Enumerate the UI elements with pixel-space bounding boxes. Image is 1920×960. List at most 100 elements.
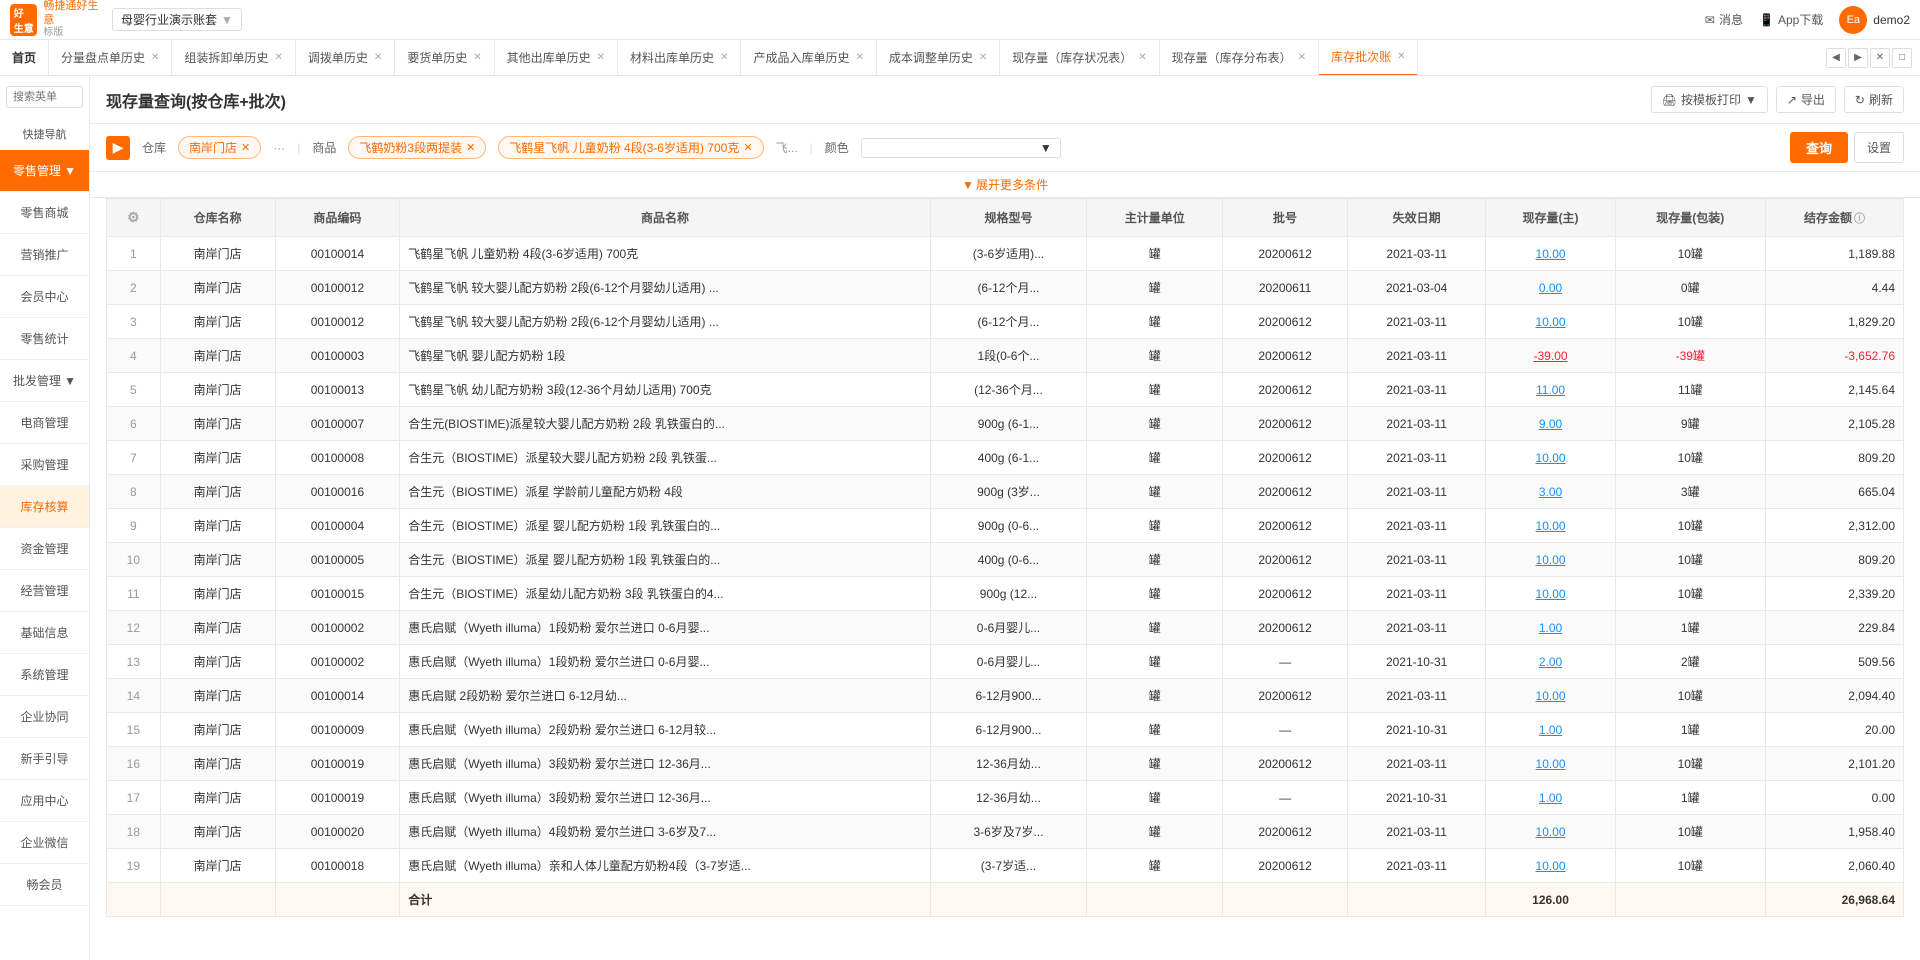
sidebar-item-ecommerce[interactable]: 电商管理 [0, 402, 89, 444]
remove-goods1-icon[interactable]: ✕ [466, 141, 475, 154]
row-qty-main[interactable]: 10.00 [1486, 509, 1615, 543]
message-action[interactable]: ✉ 消息 [1705, 11, 1743, 28]
sidebar-item-guide[interactable]: 新手引导 [0, 738, 89, 780]
row-qty-main[interactable]: 3.00 [1486, 475, 1615, 509]
close-icon[interactable]: ✕ [720, 52, 728, 63]
export-button[interactable]: ↗ 导出 [1776, 86, 1836, 113]
table-header: ⚙ 仓库名称 商品编码 商品名称 规格型号 主计量单位 批号 失效日期 现存量(… [107, 199, 1904, 237]
close-icon[interactable]: ✕ [1397, 51, 1405, 62]
row-code: 00100013 [275, 373, 400, 407]
sidebar-item-retail[interactable]: 零售管理 ▼ [0, 150, 89, 192]
refresh-button[interactable]: ↻ 刷新 [1844, 86, 1904, 113]
sidebar-item-inventory[interactable]: 库存核算 [0, 486, 89, 528]
row-qty-main[interactable]: 10.00 [1486, 441, 1615, 475]
filter-expand-button[interactable]: ▶ [106, 136, 130, 160]
row-batch: 20200612 [1223, 475, 1348, 509]
tab-fen-pan[interactable]: 分量盘点单历史 ✕ [49, 40, 172, 76]
color-select[interactable]: ▼ [861, 138, 1061, 158]
row-warehouse: 南岸门店 [160, 339, 275, 373]
user-area[interactable]: Ea demo2 [1839, 6, 1910, 34]
row-warehouse: 南岸门店 [160, 781, 275, 815]
sidebar-item-marketing[interactable]: 营销推广 [0, 234, 89, 276]
close-icon[interactable]: ✕ [151, 52, 159, 63]
row-qty-main[interactable]: 1.00 [1486, 781, 1615, 815]
row-unit: 罐 [1087, 815, 1223, 849]
remove-warehouse-icon[interactable]: ✕ [241, 141, 250, 154]
scroll-left-arrow[interactable]: ◀ [1826, 48, 1846, 68]
maximize-icon[interactable]: □ [1892, 48, 1912, 68]
sidebar-item-member2[interactable]: 畅会员 [0, 864, 89, 906]
settings-button[interactable]: 设置 [1854, 132, 1904, 163]
warehouse-more[interactable]: ··· [273, 141, 285, 155]
row-qty-main[interactable]: 0.00 [1486, 271, 1615, 305]
sidebar-item-operation[interactable]: 经营管理 [0, 570, 89, 612]
industry-select[interactable]: 母婴行业演示账套 ▼ [112, 8, 242, 31]
close-icon[interactable]: ✕ [979, 52, 987, 63]
row-qty-main[interactable]: 10.00 [1486, 305, 1615, 339]
row-qty-main[interactable]: 1.00 [1486, 611, 1615, 645]
tab-other-out[interactable]: 其他出库单历史 ✕ [495, 40, 618, 76]
sidebar-item-purchase[interactable]: 采购管理 [0, 444, 89, 486]
row-unit: 罐 [1087, 509, 1223, 543]
template-print-button[interactable]: 🖨 按模板打印 ▼ [1651, 86, 1768, 113]
download-action[interactable]: 📱 App下载 [1759, 11, 1823, 28]
row-qty-main[interactable]: 10.00 [1486, 849, 1615, 883]
col-code: 商品编码 [275, 199, 400, 237]
row-qty-main[interactable]: 9.00 [1486, 407, 1615, 441]
row-qty-main[interactable]: 2.00 [1486, 645, 1615, 679]
tab-inventory-batch[interactable]: 库存批次账 ✕ [1319, 40, 1418, 76]
tab-yao-huo[interactable]: 要货单历史 ✕ [395, 40, 494, 76]
tab-cost-adjust[interactable]: 成本调整单历史 ✕ [877, 40, 1000, 76]
close-icon[interactable]: ✕ [855, 52, 863, 63]
table-row: 16 南岸门店 00100019 惠氏启赋（Wyeth illuma）3段奶粉 … [107, 747, 1904, 781]
sidebar-item-system[interactable]: 系统管理 [0, 654, 89, 696]
sidebar-item-enterprise[interactable]: 企业协同 [0, 696, 89, 738]
tab-product-in[interactable]: 产成品入库单历史 ✕ [741, 40, 876, 76]
row-qty-main[interactable]: 10.00 [1486, 747, 1615, 781]
row-qty-main[interactable]: 10.00 [1486, 679, 1615, 713]
row-qty-main[interactable]: 10.00 [1486, 577, 1615, 611]
sidebar-item-member[interactable]: 会员中心 [0, 276, 89, 318]
tab-diao-bo[interactable]: 调拨单历史 ✕ [296, 40, 395, 76]
row-warehouse: 南岸门店 [160, 373, 275, 407]
row-spec: 12-36月幼... [930, 747, 1086, 781]
tab-inventory-status[interactable]: 现存量（库存状况表）✕ [1000, 40, 1159, 76]
close-icon[interactable]: ✕ [473, 52, 481, 63]
goods-tag-2[interactable]: 飞鹤星飞帆 儿童奶粉 4段(3-6岁适用) 700克 ✕ [498, 136, 763, 159]
close-icon[interactable]: ✕ [374, 52, 382, 63]
row-qty-main[interactable]: 10.00 [1486, 543, 1615, 577]
goods-tag-1[interactable]: 飞鹤奶粉3段两提装 ✕ [348, 136, 486, 159]
close-icon[interactable]: ✕ [1298, 52, 1306, 63]
close-icon[interactable]: ✕ [274, 52, 282, 63]
row-qty-main[interactable]: 1.00 [1486, 713, 1615, 747]
scroll-right-arrow[interactable]: ▶ [1848, 48, 1868, 68]
query-button[interactable]: 查询 [1790, 132, 1848, 163]
expand-more-button[interactable]: ▼ 展开更多条件 [106, 172, 1904, 197]
logo-area: 好生意 畅捷通好生意 标版 [10, 0, 100, 38]
close-icon[interactable]: ✕ [1138, 52, 1146, 63]
row-qty-main[interactable]: -39.00 [1486, 339, 1615, 373]
close-icon[interactable]: ✕ [597, 52, 605, 63]
tab-home[interactable]: 首页 [0, 40, 49, 76]
table-row: 19 南岸门店 00100018 惠氏启赋（Wyeth illuma）亲和人体儿… [107, 849, 1904, 883]
row-qty-pkg: -39罐 [1615, 339, 1765, 373]
sidebar-item-wechat[interactable]: 企业微信 [0, 822, 89, 864]
goods-more[interactable]: 飞... [776, 139, 798, 156]
tab-material-out[interactable]: 材料出库单历史 ✕ [618, 40, 741, 76]
sidebar-item-app-center[interactable]: 应用中心 [0, 780, 89, 822]
search-input[interactable] [6, 86, 83, 108]
row-qty-main[interactable]: 10.00 [1486, 815, 1615, 849]
sidebar-item-shop[interactable]: 零售商城 [0, 192, 89, 234]
tab-zu-zhuang[interactable]: 组装拆卸单历史 ✕ [172, 40, 295, 76]
warehouse-filter-tag[interactable]: 南岸门店 ✕ [178, 136, 261, 159]
sidebar-item-basic[interactable]: 基础信息 [0, 612, 89, 654]
remove-goods2-icon[interactable]: ✕ [743, 141, 752, 154]
sidebar-item-retail-stats[interactable]: 零售统计 [0, 318, 89, 360]
col-settings[interactable]: ⚙ [107, 199, 161, 237]
close-tab-icon[interactable]: ✕ [1870, 48, 1890, 68]
row-qty-main[interactable]: 11.00 [1486, 373, 1615, 407]
sidebar-item-wholesale[interactable]: 批发管理 ▼ [0, 360, 89, 402]
row-qty-main[interactable]: 10.00 [1486, 237, 1615, 271]
tab-inventory-dist[interactable]: 现存量（库存分布表）✕ [1160, 40, 1319, 76]
sidebar-item-finance[interactable]: 资金管理 [0, 528, 89, 570]
